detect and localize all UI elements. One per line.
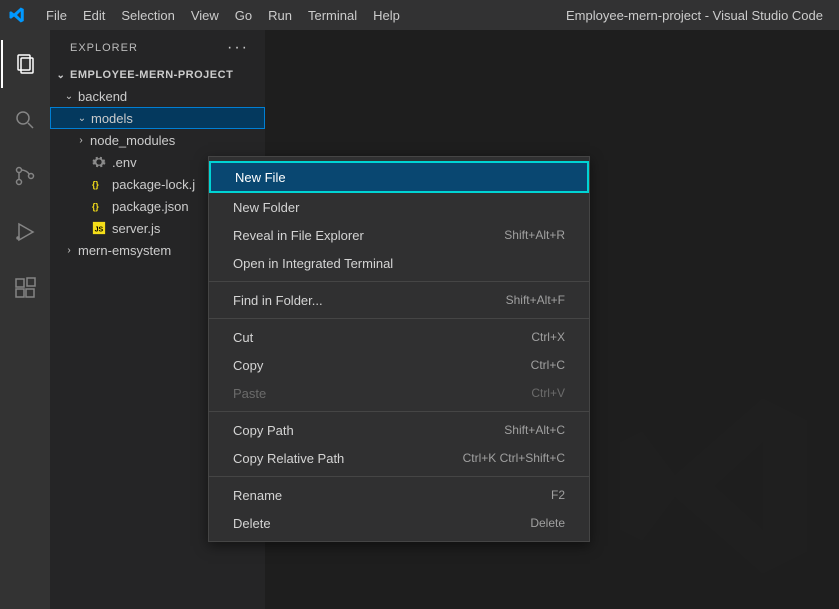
ctx-shortcut: Delete (530, 516, 565, 530)
ctx-copy[interactable]: Copy Ctrl+C (209, 351, 589, 379)
menu-selection[interactable]: Selection (113, 4, 182, 27)
tree-item-label: package-lock.j (112, 177, 195, 192)
more-icon[interactable]: ··· (227, 39, 249, 57)
tree-item-label: backend (78, 89, 127, 104)
ctx-shortcut: Shift+Alt+C (504, 423, 565, 437)
vscode-watermark-icon (609, 376, 829, 599)
context-menu: New File New Folder Reveal in File Explo… (208, 156, 590, 542)
ctx-find-in-folder[interactable]: Find in Folder... Shift+Alt+F (209, 286, 589, 314)
ctx-shortcut: Shift+Alt+R (504, 228, 565, 242)
ctx-paste: Paste Ctrl+V (209, 379, 589, 407)
run-debug-icon[interactable] (1, 208, 49, 256)
ctx-label: Delete (233, 516, 271, 531)
explorer-icon[interactable] (1, 40, 49, 88)
ctx-label: Copy Relative Path (233, 451, 344, 466)
ctx-label: Cut (233, 330, 253, 345)
gear-icon (90, 155, 108, 169)
ctx-shortcut: Ctrl+K Ctrl+Shift+C (463, 451, 565, 465)
chevron-right-icon: › (74, 135, 88, 146)
ctx-reveal-explorer[interactable]: Reveal in File Explorer Shift+Alt+R (209, 221, 589, 249)
tree-item-label: server.js (112, 221, 160, 236)
ctx-label: New File (235, 170, 286, 185)
ctx-open-terminal[interactable]: Open in Integrated Terminal (209, 249, 589, 277)
root-folder-label: EMPLOYEE-MERN-PROJECT (70, 69, 233, 81)
ctx-shortcut: Ctrl+C (531, 358, 565, 372)
tree-item-label: .env (112, 155, 137, 170)
chevron-right-icon: › (62, 245, 76, 256)
ctx-label: Find in Folder... (233, 293, 323, 308)
ctx-new-folder[interactable]: New Folder (209, 193, 589, 221)
folder-backend[interactable]: ⌄ backend (50, 85, 265, 107)
menu-terminal[interactable]: Terminal (300, 4, 365, 27)
svg-text:{}: {} (92, 180, 99, 190)
ctx-separator (209, 281, 589, 282)
tree-item-label: models (91, 111, 133, 126)
ctx-rename[interactable]: Rename F2 (209, 481, 589, 509)
search-icon[interactable] (1, 96, 49, 144)
ctx-label: Copy Path (233, 423, 294, 438)
source-control-icon[interactable] (1, 152, 49, 200)
menu-help[interactable]: Help (365, 4, 408, 27)
title-bar: File Edit Selection View Go Run Terminal… (0, 0, 839, 30)
ctx-separator (209, 476, 589, 477)
menu-run[interactable]: Run (260, 4, 300, 27)
tree-item-label: node_modules (90, 133, 175, 148)
ctx-copy-relative-path[interactable]: Copy Relative Path Ctrl+K Ctrl+Shift+C (209, 444, 589, 472)
ctx-label: Reveal in File Explorer (233, 228, 364, 243)
folder-node-modules[interactable]: › node_modules (50, 129, 265, 151)
ctx-separator (209, 318, 589, 319)
activity-bar (0, 30, 50, 609)
extensions-icon[interactable] (1, 264, 49, 312)
ctx-separator (209, 411, 589, 412)
ctx-label: Rename (233, 488, 282, 503)
ctx-shortcut: F2 (551, 488, 565, 502)
ctx-delete[interactable]: Delete Delete (209, 509, 589, 537)
svg-text:{}: {} (92, 202, 99, 212)
sidebar-title: EXPLORER (70, 42, 138, 54)
ctx-label: Open in Integrated Terminal (233, 256, 393, 271)
json-file-icon: {} (90, 177, 108, 191)
vscode-logo-icon (8, 6, 26, 24)
folder-models[interactable]: ⌄ models (50, 107, 265, 129)
sidebar-header: EXPLORER ··· (50, 30, 265, 65)
chevron-down-icon: ⌄ (75, 113, 89, 124)
ctx-shortcut: Shift+Alt+F (506, 293, 565, 307)
chevron-down-icon: ⌄ (54, 70, 68, 81)
menu-bar: File Edit Selection View Go Run Terminal… (38, 4, 408, 27)
ctx-label: New Folder (233, 200, 299, 215)
ctx-cut[interactable]: Cut Ctrl+X (209, 323, 589, 351)
menu-go[interactable]: Go (227, 4, 260, 27)
tree-item-label: package.json (112, 199, 189, 214)
ctx-shortcut: Ctrl+V (531, 386, 565, 400)
menu-view[interactable]: View (183, 4, 227, 27)
ctx-label: Paste (233, 386, 266, 401)
window-title: Employee-mern-project - Visual Studio Co… (408, 8, 831, 23)
ctx-new-file[interactable]: New File (209, 161, 589, 193)
json-file-icon: {} (90, 199, 108, 213)
menu-edit[interactable]: Edit (75, 4, 113, 27)
tree-item-label: mern-emsystem (78, 243, 171, 258)
ctx-label: Copy (233, 358, 263, 373)
menu-file[interactable]: File (38, 4, 75, 27)
svg-text:JS: JS (95, 227, 104, 234)
js-file-icon: JS (90, 221, 108, 235)
ctx-shortcut: Ctrl+X (531, 330, 565, 344)
chevron-down-icon: ⌄ (62, 91, 76, 102)
tree-root[interactable]: ⌄ EMPLOYEE-MERN-PROJECT (50, 65, 265, 85)
ctx-copy-path[interactable]: Copy Path Shift+Alt+C (209, 416, 589, 444)
